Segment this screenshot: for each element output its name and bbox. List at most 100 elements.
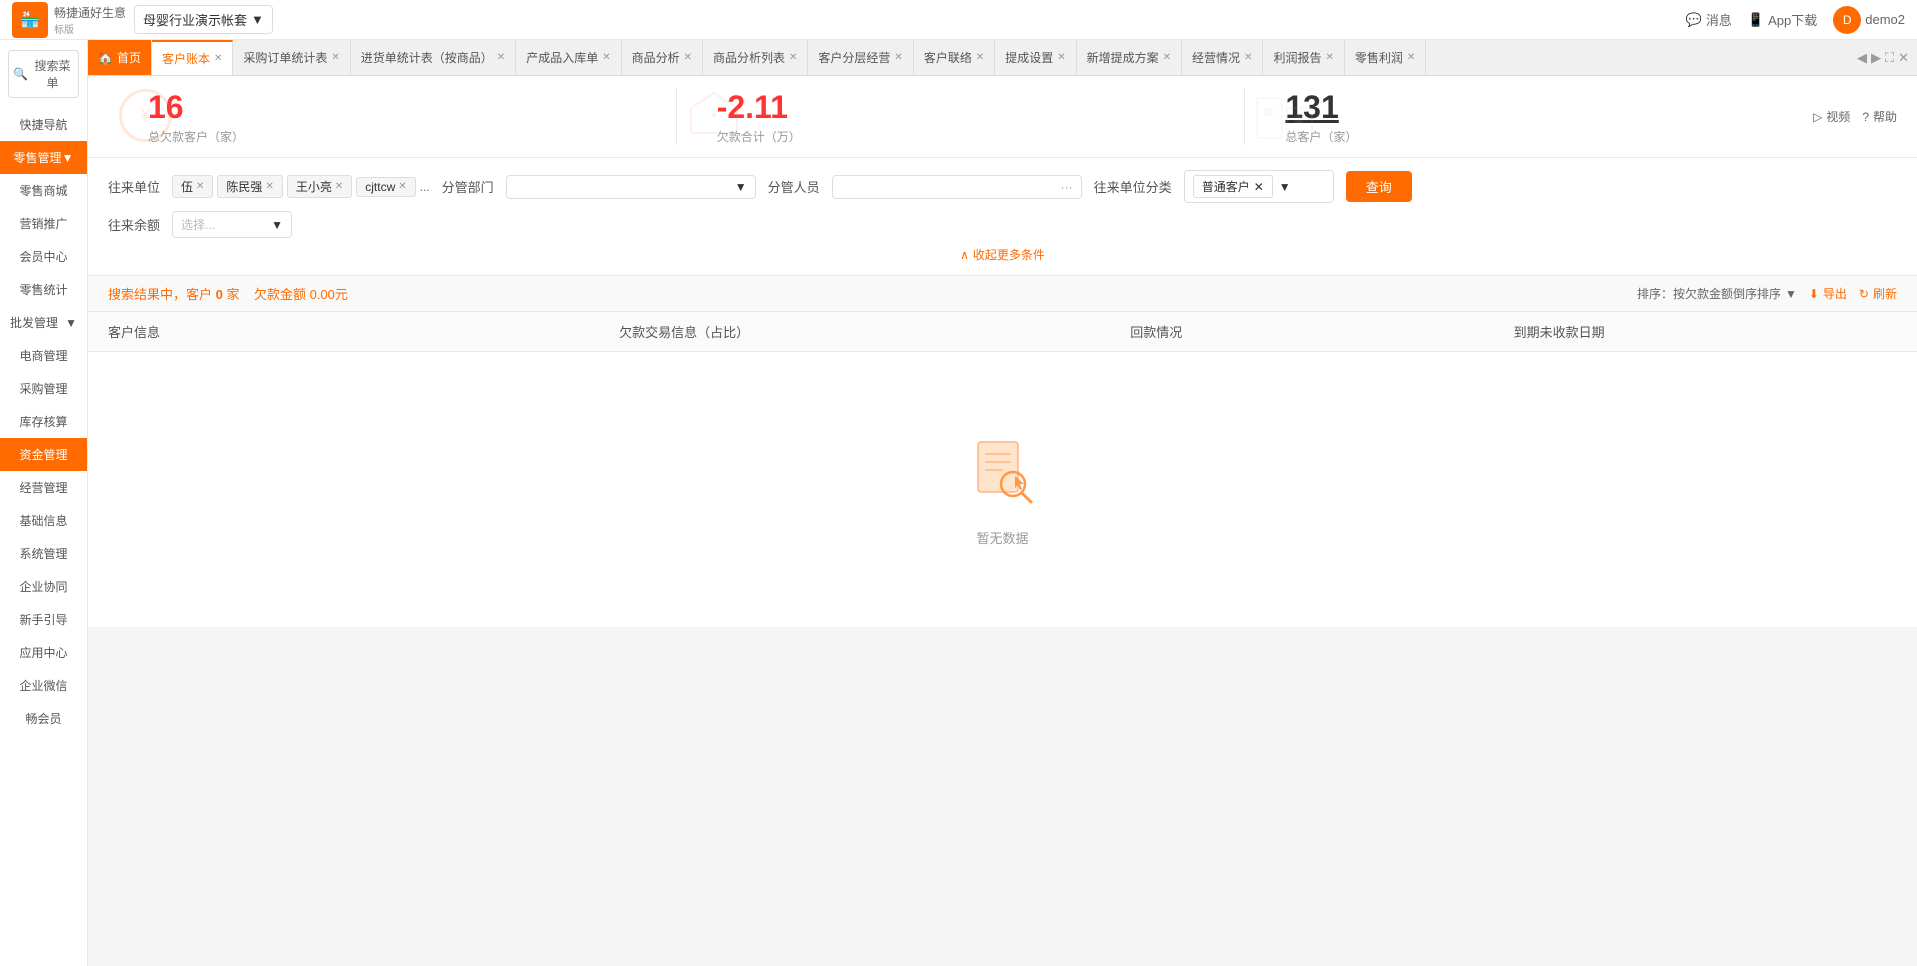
chevron-icon: ▼ [65,316,77,330]
video-button[interactable]: ▷ 视频 [1813,108,1850,125]
results-actions: 排序：按欠款金额倒序排序 ▼ ⬇ 导出 ↻ 刷新 [1637,285,1897,302]
balance-selector[interactable]: 选择... ▼ [172,211,292,238]
close-icon[interactable]: ✕ [214,53,222,64]
tab-close-all-icon[interactable]: ✕ [1898,50,1909,66]
close-icon[interactable]: ✕ [331,52,339,63]
search-icon: 🔍 [13,67,28,81]
sidebar-item-purchase[interactable]: 采购管理 [0,372,87,405]
stat-total-debt: ✦ -2.11 欠款合计（万） [677,88,1246,145]
sidebar-item-enterprise[interactable]: 企业协同 [0,570,87,603]
tab-bar: 🏠 首页 客户账本 ✕ 采购订单统计表 ✕ 进货单统计表（按商品） ✕ 产成品入… [88,40,1917,76]
logo-icon: 🏪 [12,2,48,38]
remove-tag-cjttcw[interactable]: ✕ [398,181,406,192]
tab-product-analysis[interactable]: 商品分析 ✕ [622,40,703,75]
sidebar: 🔍 搜索菜单 快捷导航 零售管理 ▼ 零售商城 营销推广 会员中心 零售统计 批… [0,40,88,966]
tab-retail-profit[interactable]: 零售利润 ✕ [1345,40,1426,75]
col-customer-info: 客户信息 [108,322,619,341]
query-button[interactable]: 查询 [1346,171,1412,202]
tab-home[interactable]: 🏠 首页 [88,40,152,75]
chevron-down-icon: ▼ [1785,287,1797,301]
close-icon[interactable]: ✕ [602,52,610,63]
close-icon[interactable]: ✕ [1244,52,1252,63]
sidebar-item-system[interactable]: 系统管理 [0,537,87,570]
tab-profit-report[interactable]: 利润报告 ✕ [1263,40,1344,75]
close-icon[interactable]: ✕ [1163,52,1171,63]
balance-filter-label: 往来余额 [108,215,160,234]
empty-icon [963,432,1043,512]
dept-selector[interactable]: ▼ [506,175,756,199]
tab-inbound-stats[interactable]: 进货单统计表（按商品） ✕ [351,40,516,75]
content-area: 🏠 首页 客户账本 ✕ 采购订单统计表 ✕ 进货单统计表（按商品） ✕ 产成品入… [88,40,1917,966]
top-bar-right: 💬 消息 📱 App下载 D demo2 [1686,6,1905,34]
export-button[interactable]: ⬇ 导出 [1809,285,1847,302]
chevron-down-icon: ▼ [271,218,283,232]
message-button[interactable]: 💬 消息 [1686,10,1732,29]
close-icon[interactable]: ✕ [976,52,984,63]
sidebar-item-wechat[interactable]: 企业微信 [0,669,87,702]
tab-production-inbound[interactable]: 产成品入库单 ✕ [516,40,621,75]
tab-add-commission[interactable]: 新增提成方案 ✕ [1077,40,1182,75]
tab-prev-icon[interactable]: ◀ [1857,50,1867,66]
sidebar-item-inventory[interactable]: 库存核算 [0,405,87,438]
sidebar-item-vip[interactable]: 畅会员 [0,702,87,735]
close-icon[interactable]: ✕ [497,52,505,63]
tag-wang: 王小亮 ✕ [287,175,352,198]
sidebar-item-retail-stats[interactable]: 零售统计 [0,273,87,306]
top-bar: 🏪 畅捷通好生意 标版 母婴行业演示帐套 ▼ 💬 消息 📱 App下载 D de… [0,0,1917,40]
sidebar-item-wholesale[interactable]: 批发管理 ▼ [0,306,87,339]
customer-type-tag: 普通客户 ✕ [1193,175,1273,198]
remove-tag-wu[interactable]: ✕ [196,181,204,192]
refresh-button[interactable]: ↻ 刷新 [1859,285,1897,302]
sidebar-item-retail-management[interactable]: 零售管理 ▼ [0,141,87,174]
avatar: D [1833,6,1861,34]
tab-customer-contact[interactable]: 客户联络 ✕ [914,40,995,75]
sidebar-item-fast-nav[interactable]: 快捷导航 [0,108,87,141]
chevron-up-icon: ∧ [960,248,969,262]
person-selector[interactable]: ··· [832,175,1082,199]
remove-tag-wang[interactable]: ✕ [335,181,343,192]
collapse-button[interactable]: ∧ 收起更多条件 [960,246,1045,263]
sidebar-item-basic-info[interactable]: 基础信息 [0,504,87,537]
unit-type-selector[interactable]: 普通客户 ✕ ▼ [1184,170,1334,203]
tag-cjttcw: cjttcw ✕ [356,177,415,197]
remove-type-tag[interactable]: ✕ [1254,180,1264,194]
close-icon[interactable]: ✕ [1325,52,1333,63]
close-icon[interactable]: ✕ [684,52,692,63]
tab-product-analysis-list[interactable]: 商品分析列表 ✕ [703,40,808,75]
user-menu[interactable]: D demo2 [1833,6,1905,34]
tab-customer-tier[interactable]: 客户分层经营 ✕ [808,40,913,75]
message-icon: 💬 [1686,12,1702,28]
tab-customer-ledger[interactable]: 客户账本 ✕ [152,40,233,75]
remove-tag-chen[interactable]: ✕ [265,181,273,192]
close-icon[interactable]: ✕ [894,52,902,63]
help-button[interactable]: ? 帮助 [1862,108,1897,125]
sidebar-item-member-center[interactable]: 会员中心 [0,240,87,273]
more-tags-button[interactable]: ... [420,180,430,194]
tab-purchase-order-stats[interactable]: 采购订单统计表 ✕ [233,40,350,75]
sidebar-item-retail-mall[interactable]: 零售商城 [0,174,87,207]
svg-text:¥: ¥ [139,105,151,125]
search-menu-button[interactable]: 🔍 搜索菜单 [8,50,79,98]
close-icon[interactable]: ✕ [789,52,797,63]
close-icon[interactable]: ✕ [1057,52,1065,63]
sidebar-item-app-center[interactable]: 应用中心 [0,636,87,669]
logo-text: 畅捷通好生意 标版 [54,4,126,36]
tab-next-icon[interactable]: ▶ [1871,50,1881,66]
tab-maximize-icon[interactable]: ⛶ [1885,50,1894,66]
company-selector[interactable]: 母婴行业演示帐套 ▼ [134,5,273,34]
sidebar-item-ecommerce[interactable]: 电商管理 [0,339,87,372]
close-icon[interactable]: ✕ [1407,52,1415,63]
tab-commission-settings[interactable]: 提成设置 ✕ [995,40,1076,75]
sort-selector[interactable]: 排序：按欠款金额倒序排序 ▼ [1637,285,1797,302]
sidebar-item-operations[interactable]: 经营管理 [0,471,87,504]
sidebar-item-marketing[interactable]: 营销推广 [0,207,87,240]
tab-operations[interactable]: 经营情况 ✕ [1182,40,1263,75]
col-repayment: 回款情况 [1130,322,1513,341]
results-info: 搜索结果中，客户 0 家 欠款金额 0.00元 [108,284,348,303]
results-bar: 搜索结果中，客户 0 家 欠款金额 0.00元 排序：按欠款金额倒序排序 ▼ ⬇… [88,276,1917,312]
sidebar-item-guide[interactable]: 新手引导 [0,603,87,636]
sidebar-item-finance[interactable]: 资金管理 [0,438,87,471]
refresh-icon: ↻ [1859,287,1869,301]
app-download-button[interactable]: 📱 App下载 [1748,10,1817,29]
page-content: ¥ 16 总欠款客户（家） ✦ -2.11 欠款合计（万） [88,76,1917,966]
